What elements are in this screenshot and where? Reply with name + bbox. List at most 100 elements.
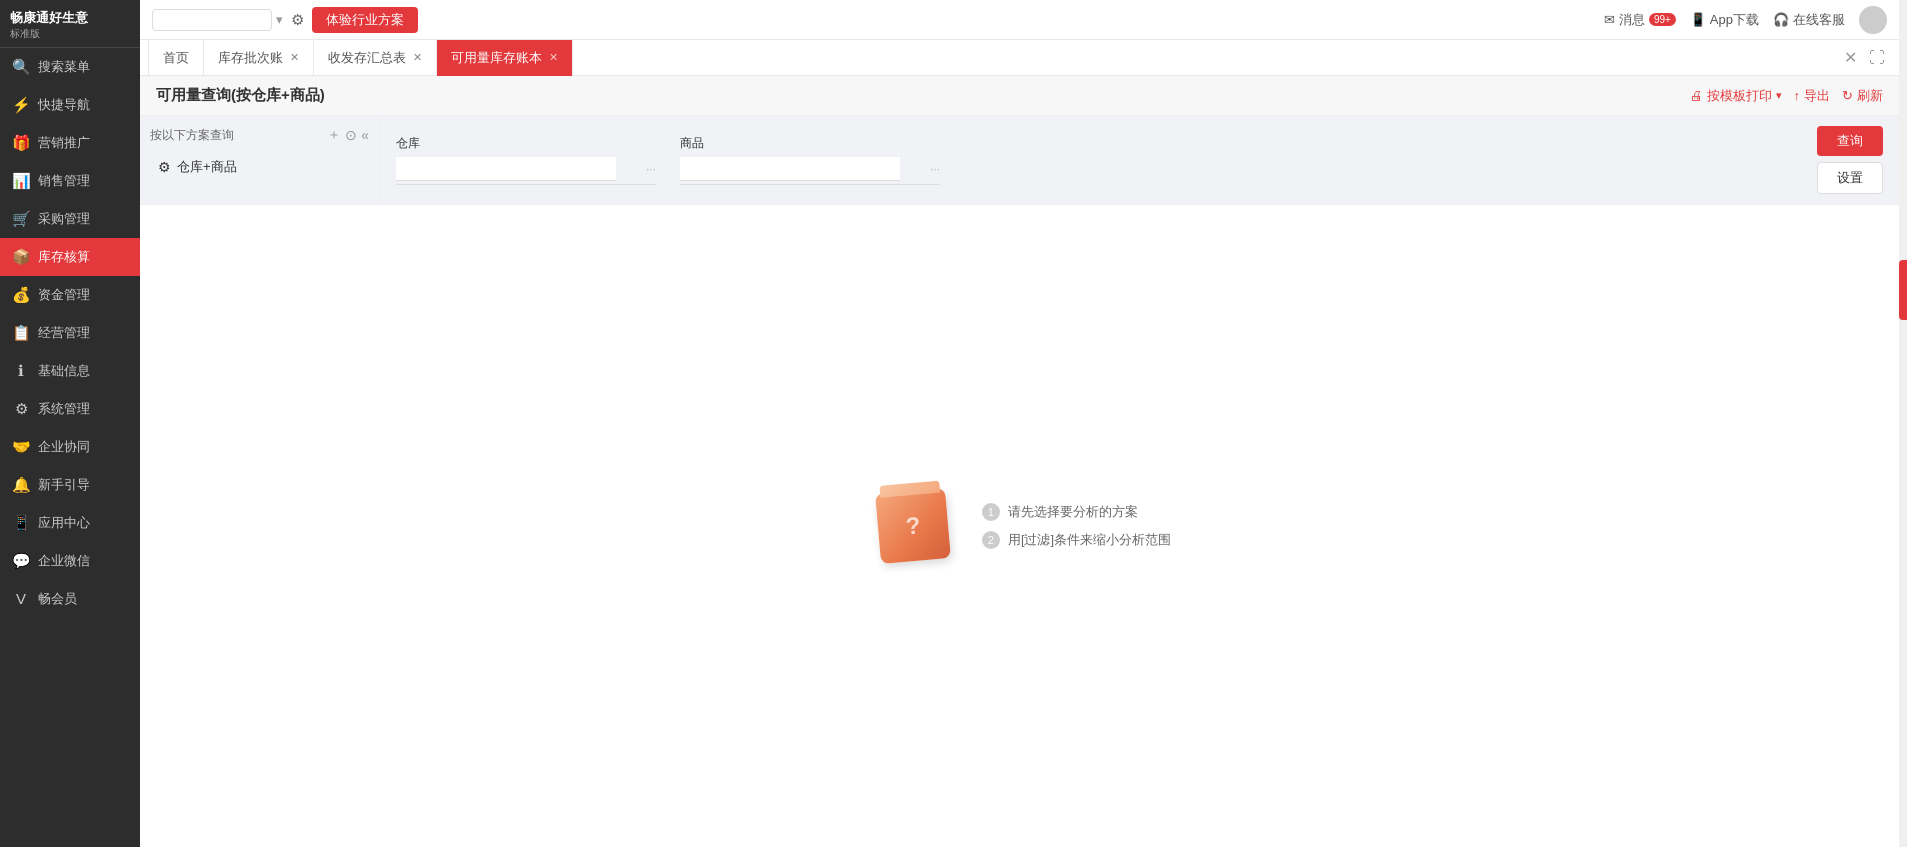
- collapse-scheme-button[interactable]: «: [361, 126, 369, 144]
- warehouse-input-wrapper[interactable]: ···: [396, 154, 656, 185]
- filter-fields: 仓库 ··· 商品 ···: [380, 116, 1801, 204]
- sidebar-icon-marketing: 🎁: [12, 134, 30, 152]
- sidebar-item-inventory[interactable]: 📦库存核算: [0, 238, 140, 276]
- tip-2-num: 2: [982, 531, 1000, 549]
- headset-icon: 🎧: [1773, 12, 1789, 27]
- sidebar-icon-finance: 💰: [12, 286, 30, 304]
- action-buttons: 查询 设置: [1801, 116, 1899, 204]
- sidebar-item-operation[interactable]: 📋经营管理: [0, 314, 140, 352]
- setting-button[interactable]: 设置: [1817, 162, 1883, 194]
- tabs-bar: 首页库存批次账✕ 收发存汇总表 ✕ 可用量库存账本 ✕ ✕ ⛶: [140, 40, 1899, 76]
- sidebar-item-marketing[interactable]: 🎁 营销推广: [0, 124, 140, 162]
- sidebar-label-member: 畅会员: [38, 590, 77, 608]
- tab-close-stock-summary[interactable]: ✕: [413, 51, 422, 64]
- sidebar-item-new-guide[interactable]: 🔔 新手引导: [0, 466, 140, 504]
- tab-label-stock-summary: 收发存汇总表: [328, 49, 406, 67]
- warehouse-input[interactable]: [396, 157, 616, 181]
- tab-close-batch-account[interactable]: ✕: [290, 51, 299, 64]
- export-label: 导出: [1804, 87, 1830, 105]
- empty-state: 1 请先选择要分析的方案 2 用[过滤]条件来缩小分析范围: [868, 481, 1171, 571]
- logo-name: 畅康通好生意: [10, 10, 130, 27]
- print-template-button[interactable]: 🖨 按模板打印 ▾: [1690, 87, 1782, 105]
- tip-1-text: 请先选择要分析的方案: [1008, 503, 1138, 521]
- sidebar-item-search[interactable]: 🔍搜索菜单: [0, 48, 140, 86]
- sidebar-icon-wechat: 💬: [12, 552, 30, 570]
- sidebar-nav: 🔍搜索菜单⚡快捷导航 🎁 营销推广 📊销售管理🛒采购管理📦库存核算💰资金管理📋经营管理…: [0, 48, 140, 847]
- scheme-action-buttons: ＋ ⊙ «: [327, 126, 369, 144]
- print-dropdown-icon[interactable]: ▾: [1776, 89, 1782, 102]
- sidebar-icon-enterprise: 🤝: [12, 438, 30, 456]
- right-scrollbar[interactable]: [1899, 0, 1907, 847]
- sidebar-label-sales: 销售管理: [38, 172, 90, 190]
- export-icon: ↑: [1794, 88, 1801, 103]
- sidebar-item-finance[interactable]: 💰资金管理: [0, 276, 140, 314]
- query-button[interactable]: 查询: [1817, 126, 1883, 156]
- export-button[interactable]: ↑ 导出: [1794, 87, 1831, 105]
- tab-batch-account[interactable]: 库存批次账✕: [204, 40, 314, 76]
- sidebar-icon-purchase: 🛒: [12, 210, 30, 228]
- add-scheme-button[interactable]: ＋: [327, 126, 341, 144]
- topbar-gear-icon[interactable]: ⚙: [291, 11, 304, 29]
- sidebar-label-wechat: 企业微信: [38, 552, 90, 570]
- sidebar-item-system[interactable]: ⚙系统管理: [0, 390, 140, 428]
- sidebar-label-system: 系统管理: [38, 400, 90, 418]
- sidebar-icon-search: 🔍: [12, 58, 30, 76]
- sidebar: 畅康通好生意 标准版 🔍搜索菜单⚡快捷导航 🎁 营销推广 📊销售管理🛒采购管理📦库存核…: [0, 0, 140, 847]
- goods-more-btn[interactable]: ···: [930, 162, 940, 176]
- tab-available-ledger[interactable]: 可用量库存账本 ✕: [437, 40, 573, 76]
- topbar-right: ✉ 消息 99+ 📱 App下载 🎧 在线客服: [1604, 6, 1887, 34]
- tip-2-text: 用[过滤]条件来缩小分析范围: [1008, 531, 1171, 549]
- sidebar-label-inventory: 库存核算: [38, 248, 90, 266]
- page-header-actions: 🖨 按模板打印 ▾ ↑ 导出 ↻ 刷新: [1690, 87, 1884, 105]
- tab-stock-summary[interactable]: 收发存汇总表 ✕: [314, 40, 437, 76]
- sidebar-label-marketing: 营销推广: [38, 134, 90, 152]
- goods-input-wrapper[interactable]: ···: [680, 154, 940, 185]
- warehouse-more-btn[interactable]: ···: [646, 162, 656, 176]
- dropdown-icon[interactable]: ▾: [276, 12, 283, 27]
- messages-button[interactable]: ✉ 消息 99+: [1604, 11, 1676, 29]
- topbar-search-input[interactable]: [152, 9, 272, 31]
- sidebar-item-purchase[interactable]: 🛒采购管理: [0, 200, 140, 238]
- logo-version: 标准版: [10, 27, 130, 41]
- topbar: ▾ ⚙ 体验行业方案 ✉ 消息 99+ 📱 App下载 🎧 在线客服: [140, 0, 1899, 40]
- sidebar-item-member[interactable]: V 畅会员: [0, 580, 140, 618]
- message-icon: ✉: [1604, 12, 1615, 27]
- sidebar-label-new-guide: 新手引导: [38, 476, 90, 494]
- avatar[interactable]: [1859, 6, 1887, 34]
- sidebar-icon-new-guide: 🔔: [12, 476, 30, 494]
- tab-close-available-ledger[interactable]: ✕: [549, 51, 558, 64]
- sidebar-item-enterprise[interactable]: 🤝企业协同: [0, 428, 140, 466]
- sidebar-item-sales[interactable]: 📊销售管理: [0, 162, 140, 200]
- scheme-item-warehouse-goods[interactable]: ⚙ 仓库+商品: [150, 152, 369, 182]
- sidebar-item-wechat[interactable]: 💬 企业微信: [0, 542, 140, 580]
- sidebar-label-app-center: 应用中心: [38, 514, 90, 532]
- refresh-label: 刷新: [1857, 87, 1883, 105]
- sidebar-item-app-center[interactable]: 📱 应用中心: [0, 504, 140, 542]
- query-scheme-title: 按以下方案查询: [150, 127, 234, 144]
- sidebar-label-operation: 经营管理: [38, 324, 90, 342]
- empty-illustration: [868, 481, 958, 571]
- sidebar-icon-member: V: [12, 590, 30, 607]
- empty-box-graphic: [875, 488, 951, 564]
- tab-home[interactable]: 首页: [148, 40, 204, 76]
- refresh-button[interactable]: ↻ 刷新: [1842, 87, 1883, 105]
- messages-badge: 99+: [1649, 13, 1676, 26]
- expand-button[interactable]: ⛶: [1863, 47, 1891, 69]
- goods-input[interactable]: [680, 157, 900, 181]
- close-all-button[interactable]: ✕: [1838, 46, 1863, 69]
- page-title: 可用量查询(按仓库+商品): [156, 86, 325, 105]
- sidebar-item-quick-nav[interactable]: ⚡快捷导航: [0, 86, 140, 124]
- online-service-label: 在线客服: [1793, 11, 1845, 29]
- main-area: ▾ ⚙ 体验行业方案 ✉ 消息 99+ 📱 App下载 🎧 在线客服: [140, 0, 1899, 847]
- sidebar-item-basic-info[interactable]: ℹ基础信息: [0, 352, 140, 390]
- warehouse-filter-field: 仓库 ···: [396, 135, 656, 185]
- online-service-button[interactable]: 🎧 在线客服: [1773, 11, 1845, 29]
- manage-scheme-button[interactable]: ⊙: [345, 126, 357, 144]
- trial-button[interactable]: 体验行业方案: [312, 7, 418, 33]
- app-download-label: App下载: [1710, 11, 1759, 29]
- scheme-item-label: 仓库+商品: [177, 158, 237, 176]
- tab-label-available-ledger: 可用量库存账本: [451, 49, 542, 67]
- app-download-button[interactable]: 📱 App下载: [1690, 11, 1759, 29]
- warehouse-label: 仓库: [396, 135, 656, 152]
- sidebar-icon-app-center: 📱: [12, 514, 30, 532]
